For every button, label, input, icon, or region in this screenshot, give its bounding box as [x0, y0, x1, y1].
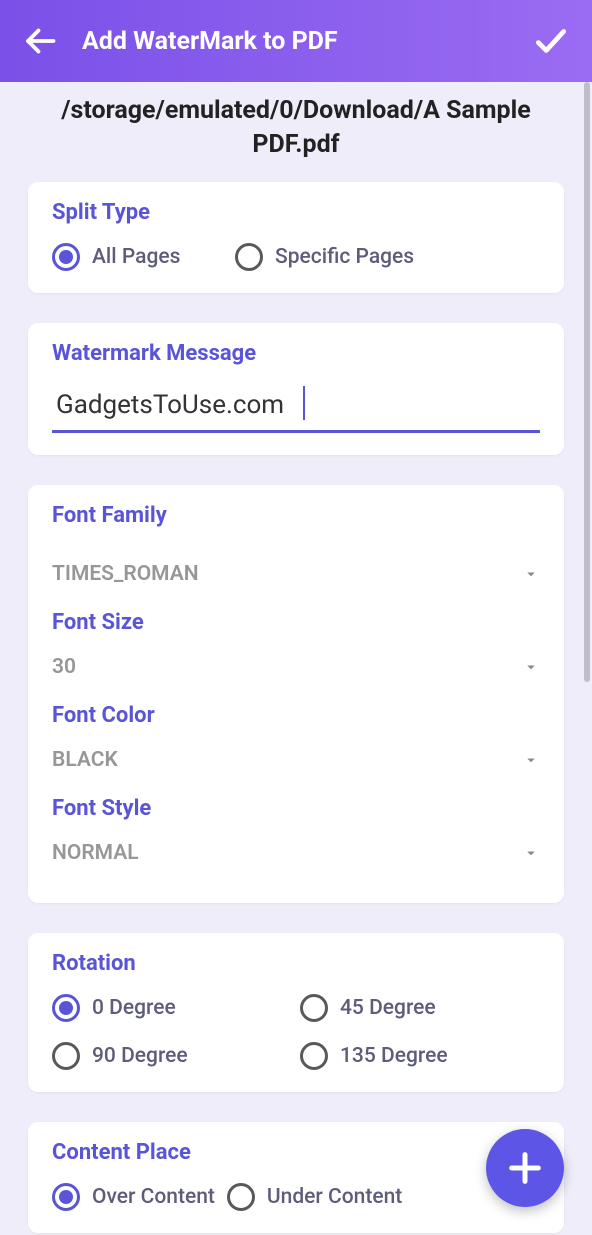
radio-label: 0 Degree [92, 996, 176, 1020]
check-icon [532, 22, 570, 60]
split-type-card: Split Type All Pages Specific Pages [28, 182, 564, 293]
content-place-options: Over Content Under Content [52, 1183, 540, 1211]
font-size-dropdown[interactable]: 30 [52, 639, 540, 695]
chevron-down-icon [522, 565, 540, 583]
radio-icon [52, 994, 80, 1022]
fab-add-button[interactable] [486, 1129, 564, 1207]
radio-label: 90 Degree [92, 1044, 188, 1068]
font-color-title: Font Color [52, 703, 540, 728]
radio-icon [300, 994, 328, 1022]
radio-135-degree[interactable]: 135 Degree [300, 1042, 540, 1070]
arrow-left-icon [22, 23, 58, 59]
radio-label: Under Content [267, 1185, 402, 1209]
rotation-options: 0 Degree 45 Degree 90 Degree 135 Degree [52, 994, 540, 1070]
split-type-title: Split Type [52, 200, 540, 225]
font-color-dropdown[interactable]: BLACK [52, 732, 540, 788]
radio-90-degree[interactable]: 90 Degree [52, 1042, 292, 1070]
chevron-down-icon [522, 658, 540, 676]
radio-over-content[interactable]: Over Content [52, 1183, 215, 1211]
dropdown-value: BLACK [52, 748, 118, 772]
font-family-title: Font Family [52, 503, 540, 528]
radio-0-degree[interactable]: 0 Degree [52, 994, 292, 1022]
app-header: Add WaterMark to PDF [0, 0, 592, 82]
chevron-down-icon [522, 751, 540, 769]
rotation-card: Rotation 0 Degree 45 Degree 90 Degree 13… [28, 933, 564, 1092]
radio-45-degree[interactable]: 45 Degree [300, 994, 540, 1022]
font-family-dropdown[interactable]: TIMES_ROMAN [52, 546, 540, 602]
radio-icon [235, 243, 263, 271]
dropdown-value: 30 [52, 655, 76, 679]
page-title: Add WaterMark to PDF [82, 27, 508, 56]
font-settings-card: Font Family TIMES_ROMAN Font Size 30 Fon… [28, 485, 564, 903]
split-type-options: All Pages Specific Pages [52, 243, 540, 271]
watermark-input[interactable] [52, 384, 540, 433]
font-style-title: Font Style [52, 796, 540, 821]
text-cursor [303, 386, 305, 420]
radio-icon [300, 1042, 328, 1070]
content-place-title: Content Place [52, 1140, 540, 1165]
radio-icon [52, 1183, 80, 1211]
dropdown-value: TIMES_ROMAN [52, 562, 199, 586]
font-style-dropdown[interactable]: NORMAL [52, 825, 540, 881]
radio-label: All Pages [92, 245, 180, 269]
plus-icon [505, 1148, 545, 1188]
scroll-area[interactable]: /storage/emulated/0/Download/A Sample PD… [0, 82, 592, 1235]
back-button[interactable] [22, 23, 58, 59]
font-size-title: Font Size [52, 610, 540, 635]
radio-under-content[interactable]: Under Content [227, 1183, 402, 1211]
file-path: /storage/emulated/0/Download/A Sample PD… [0, 82, 592, 182]
radio-label: Over Content [92, 1185, 215, 1209]
confirm-button[interactable] [532, 22, 570, 60]
radio-icon [227, 1183, 255, 1211]
rotation-title: Rotation [52, 951, 540, 976]
radio-specific-pages[interactable]: Specific Pages [235, 243, 414, 271]
radio-label: 45 Degree [340, 996, 436, 1020]
radio-label: 135 Degree [340, 1044, 448, 1068]
content-place-card: Content Place Over Content Under Content [28, 1122, 564, 1233]
radio-icon [52, 243, 80, 271]
radio-icon [52, 1042, 80, 1070]
radio-label: Specific Pages [275, 245, 414, 269]
radio-all-pages[interactable]: All Pages [52, 243, 207, 271]
watermark-message-title: Watermark Message [52, 341, 540, 366]
watermark-message-card: Watermark Message [28, 323, 564, 455]
chevron-down-icon [522, 844, 540, 862]
dropdown-value: NORMAL [52, 841, 139, 865]
scrollbar[interactable] [584, 82, 590, 682]
